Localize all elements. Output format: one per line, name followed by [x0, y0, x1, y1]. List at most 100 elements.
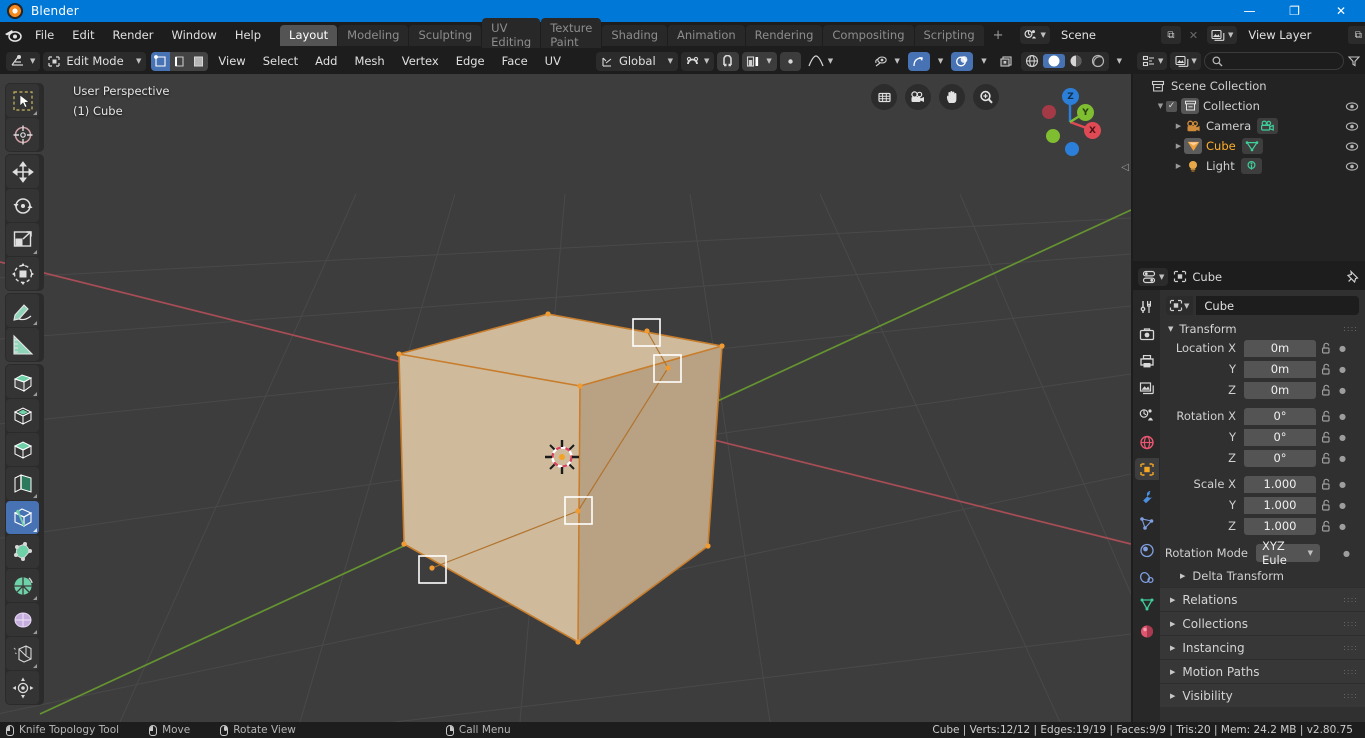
properties-tab-particles[interactable] — [1135, 512, 1159, 534]
shading-options-selector[interactable]: ▼ — [1112, 52, 1127, 71]
tool-inset-faces[interactable] — [6, 399, 39, 432]
scene-browse-button[interactable]: ▼ — [1019, 26, 1050, 44]
material-preview-shading-button[interactable] — [1065, 54, 1087, 68]
transform-panel-header[interactable]: ▼ Transform :::: — [1160, 319, 1365, 338]
edge-select-mode-button[interactable] — [170, 51, 190, 71]
unlink-scene-button[interactable]: ✕ — [1184, 26, 1203, 44]
visibility-eye-icon[interactable] — [1345, 101, 1359, 112]
lock-icon[interactable] — [1316, 431, 1336, 443]
menu-file[interactable]: File — [26, 25, 63, 45]
animate-dot-icon[interactable]: ● — [1340, 549, 1353, 558]
tool-extrude-region[interactable] — [6, 365, 39, 398]
light-data-icon[interactable] — [1240, 158, 1262, 174]
snap-with-selector[interactable]: ▼ — [742, 51, 777, 71]
tab-compositing[interactable]: Compositing — [823, 24, 914, 46]
sidebar-toggle-arrow-icon[interactable]: ◁ — [1121, 162, 1129, 173]
tab-rendering[interactable]: Rendering — [745, 24, 823, 46]
value-location-x[interactable]: 0m — [1244, 339, 1316, 357]
outliner-row-collection[interactable]: ▼ ✓ Collection — [1133, 96, 1365, 116]
mode-selector[interactable]: Edit Mode ▼ — [43, 51, 147, 71]
snap-toggle-button[interactable] — [717, 51, 740, 71]
pan-view-icon[interactable] — [939, 84, 965, 110]
lock-icon[interactable] — [1316, 384, 1336, 396]
lock-icon[interactable] — [1316, 342, 1336, 354]
outliner-row-scene-collection[interactable]: Scene Collection — [1133, 76, 1365, 96]
object-browse-button[interactable]: ▼ — [1166, 296, 1194, 315]
value-location-z[interactable]: 0m — [1244, 381, 1316, 399]
pin-icon[interactable] — [1346, 269, 1360, 284]
add-workspace-button[interactable]: + — [985, 26, 1012, 45]
toggle-orthographic-icon[interactable] — [871, 84, 897, 110]
tool-bevel[interactable] — [6, 433, 39, 466]
tool-transform[interactable] — [6, 257, 39, 290]
properties-tab-object-data[interactable] — [1135, 593, 1159, 615]
panel-visibility[interactable]: ▶ Visibility :::: — [1160, 683, 1365, 707]
blender-menu-icon[interactable] — [4, 26, 22, 44]
rendered-shading-button[interactable] — [1087, 54, 1109, 68]
rotation-mode-dropdown[interactable]: XYZ Eule ▼ — [1256, 539, 1320, 567]
outliner-filter-button[interactable] — [1347, 55, 1361, 67]
viewport-menu-add[interactable]: Add — [308, 53, 344, 69]
tool-annotate[interactable] — [6, 294, 39, 327]
animate-dot-icon[interactable]: ● — [1336, 433, 1349, 442]
lock-icon[interactable] — [1316, 452, 1336, 464]
outliner-row-camera[interactable]: ▶ Camera — [1133, 116, 1365, 136]
outliner-editor-type-button[interactable]: ▼ — [1137, 52, 1168, 70]
tab-animation[interactable]: Animation — [668, 24, 745, 46]
solid-shading-button[interactable] — [1042, 54, 1065, 68]
menu-edit[interactable]: Edit — [63, 25, 103, 45]
properties-editor-type-button[interactable]: ▼ — [1138, 267, 1169, 286]
tool-poly-build[interactable] — [6, 535, 39, 568]
viewport-menu-select[interactable]: Select — [256, 53, 305, 69]
collection-checkbox[interactable]: ✓ — [1166, 100, 1177, 112]
animate-dot-icon[interactable]: ● — [1336, 480, 1349, 489]
overlays-options-selector[interactable]: ▼ — [976, 52, 991, 71]
viewport-menu-face[interactable]: Face — [495, 53, 535, 69]
properties-tab-render[interactable] — [1135, 323, 1159, 345]
view-layer-browse-button[interactable]: ▼ — [1206, 26, 1238, 44]
view-layer-name-field[interactable]: View Layer — [1240, 26, 1346, 44]
properties-tab-material[interactable] — [1135, 620, 1159, 642]
proportional-falloff-selector[interactable]: ▼ — [804, 52, 838, 71]
zoom-view-icon[interactable] — [973, 84, 999, 110]
properties-tab-constraints[interactable] — [1135, 566, 1159, 588]
properties-tab-output[interactable] — [1135, 350, 1159, 372]
wireframe-shading-button[interactable] — [1021, 54, 1043, 68]
camera-view-icon[interactable] — [905, 84, 931, 110]
animate-dot-icon[interactable]: ● — [1336, 344, 1349, 353]
gizmo-options-selector[interactable]: ▼ — [933, 52, 948, 71]
animate-dot-icon[interactable]: ● — [1336, 386, 1349, 395]
maximize-button[interactable]: ❐ — [1272, 0, 1317, 22]
outliner-search-box[interactable] — [1203, 52, 1344, 70]
delta-transform-subpanel[interactable]: ▶ Delta Transform — [1160, 565, 1365, 587]
value-rotation-y[interactable]: 0° — [1244, 428, 1316, 446]
animate-dot-icon[interactable]: ● — [1336, 412, 1349, 421]
disclosure-triangle-right-icon[interactable]: ▶ — [1173, 162, 1184, 170]
menu-render[interactable]: Render — [104, 25, 163, 45]
properties-tab-object[interactable] — [1134, 458, 1159, 480]
new-scene-button[interactable]: ⧉ — [1160, 26, 1181, 44]
editor-type-button[interactable]: ▼ — [6, 51, 41, 71]
tab-modeling[interactable]: Modeling — [338, 24, 409, 46]
gizmo-axis-z[interactable]: Z — [1062, 88, 1079, 105]
navigation-gizmo[interactable]: Z Y X — [1031, 82, 1111, 162]
panel-collections[interactable]: ▶ Collections :::: — [1160, 611, 1365, 635]
animate-dot-icon[interactable]: ● — [1336, 365, 1349, 374]
properties-tab-view-layer[interactable] — [1135, 377, 1159, 399]
tab-sculpting[interactable]: Sculpting — [409, 24, 482, 46]
properties-tab-tool[interactable] — [1135, 296, 1159, 318]
tool-knife[interactable] — [6, 501, 39, 534]
visibility-eye-icon[interactable] — [1345, 161, 1359, 172]
tool-tweak[interactable] — [6, 84, 39, 117]
tool-scale[interactable] — [6, 223, 39, 256]
gizmo-axis-y[interactable]: Y — [1077, 104, 1094, 121]
properties-tab-modifier[interactable] — [1135, 485, 1159, 507]
tool-shear[interactable] — [6, 671, 39, 704]
lock-icon[interactable] — [1316, 520, 1336, 532]
tool-rotate[interactable] — [6, 189, 39, 222]
animate-dot-icon[interactable]: ● — [1336, 454, 1349, 463]
snap-magnet-button[interactable]: ▼ — [680, 51, 715, 71]
visibility-selector[interactable]: ▼ — [870, 52, 904, 71]
menu-window[interactable]: Window — [162, 25, 225, 45]
visibility-eye-icon[interactable] — [1345, 141, 1359, 152]
